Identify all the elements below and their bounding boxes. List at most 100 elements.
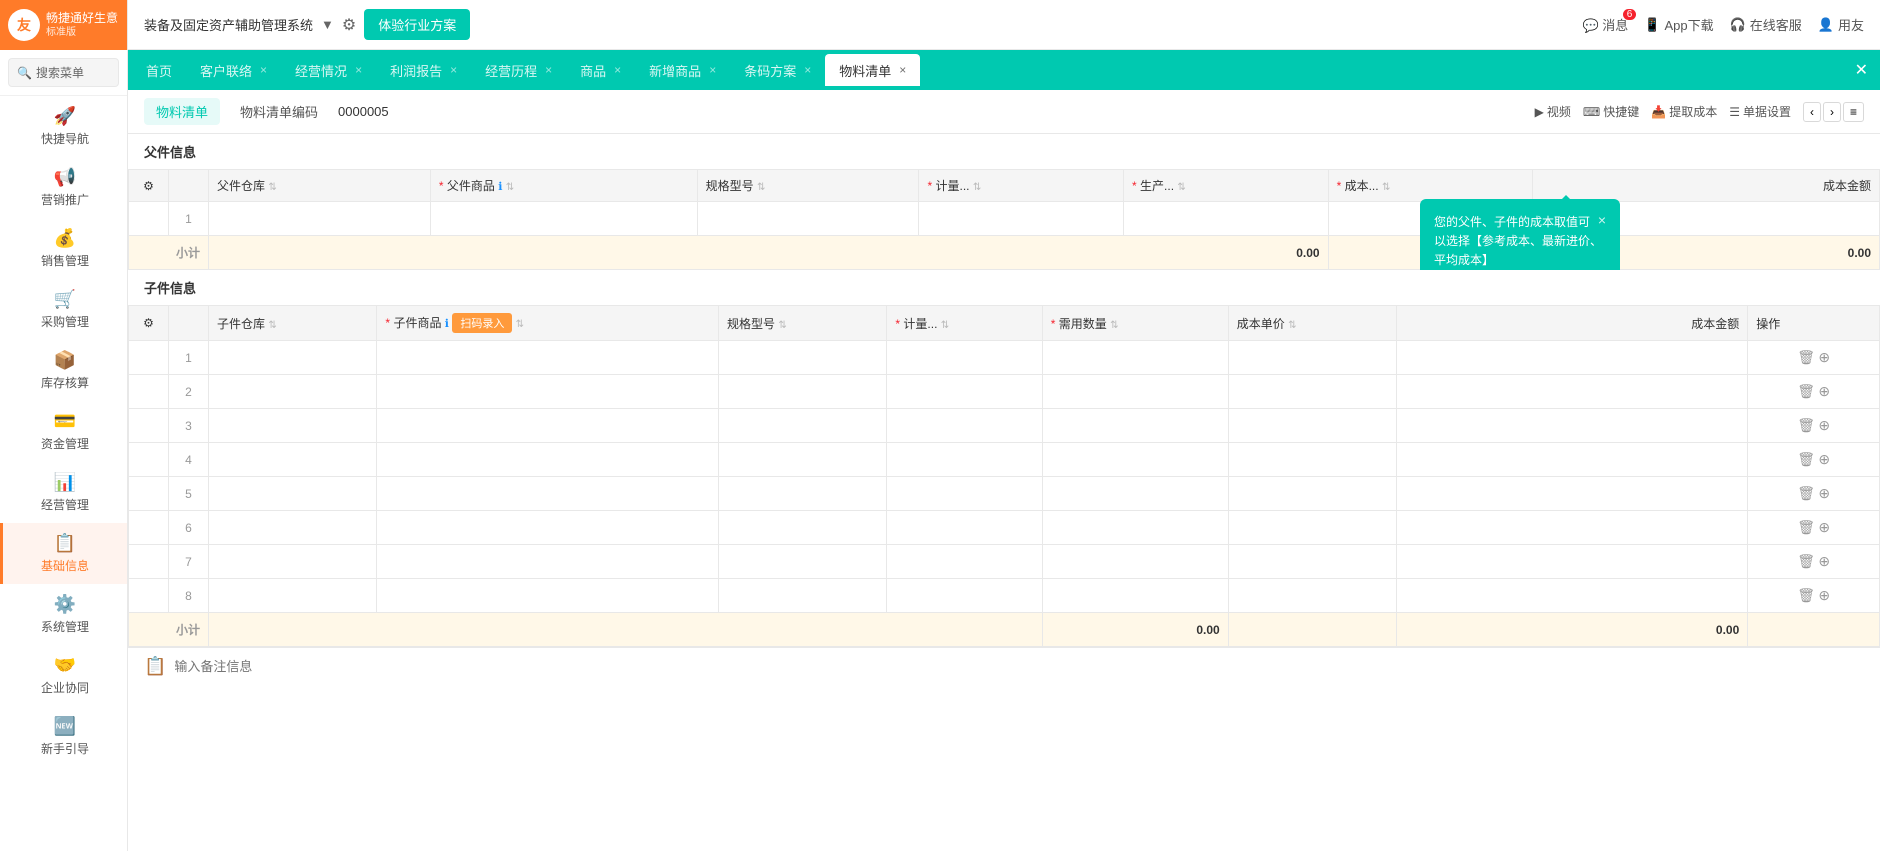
- child-row2-copy-button[interactable]: ⊕: [1818, 383, 1830, 400]
- child-row2-warehouse[interactable]: [209, 375, 377, 409]
- tab-history[interactable]: 经营历程 ×: [471, 54, 566, 86]
- child-row3-warehouse[interactable]: [209, 409, 377, 443]
- nav-end-button[interactable]: ≡: [1843, 102, 1864, 122]
- child-row1-delete-button[interactable]: 🗑: [1797, 349, 1815, 366]
- child-row7-delete-button[interactable]: 🗑: [1797, 553, 1815, 570]
- child-row2-unit[interactable]: [887, 375, 1042, 409]
- child-row1-goods[interactable]: [377, 341, 719, 375]
- child-row4-delete-button[interactable]: 🗑: [1797, 451, 1815, 468]
- child-row5-goods[interactable]: [377, 477, 719, 511]
- child-row1-warehouse[interactable]: [209, 341, 377, 375]
- tab-close-history[interactable]: ×: [545, 63, 552, 77]
- tab-barcode[interactable]: 条码方案 ×: [730, 54, 825, 86]
- sidebar-item-basic-info[interactable]: 📋 基础信息: [0, 523, 127, 584]
- child-row6-goods[interactable]: [377, 511, 719, 545]
- tab-customer[interactable]: 客户联络 ×: [186, 54, 281, 86]
- child-row3-delete-button[interactable]: 🗑: [1797, 417, 1815, 434]
- user-menu-button[interactable]: 👤 用友: [1818, 15, 1864, 34]
- child-row2-unit-cost[interactable]: [1228, 375, 1396, 409]
- child-row2-delete-button[interactable]: 🗑: [1797, 383, 1815, 400]
- tab-bar-close-icon[interactable]: ✕: [1855, 60, 1868, 80]
- sidebar-item-quick-nav[interactable]: 🚀 快捷导航: [0, 96, 127, 157]
- search-menu-button[interactable]: 🔍 搜索菜单: [8, 58, 119, 87]
- child-row4-goods[interactable]: [377, 443, 719, 477]
- tab-close-bom[interactable]: ×: [899, 63, 906, 77]
- tab-home[interactable]: 首页: [132, 54, 186, 86]
- sidebar-item-operations[interactable]: 📊 经营管理: [0, 462, 127, 523]
- child-row7-quantity[interactable]: [1042, 545, 1228, 579]
- child-row8-unit[interactable]: [887, 579, 1042, 613]
- tooltip-close-button[interactable]: ×: [1598, 209, 1606, 231]
- child-row5-spec[interactable]: [718, 477, 886, 511]
- sub-tab-bom-list[interactable]: 物料清单: [144, 98, 220, 125]
- child-row7-unit-cost[interactable]: [1228, 545, 1396, 579]
- child-row4-spec[interactable]: [718, 443, 886, 477]
- child-row8-unit-cost[interactable]: [1228, 579, 1396, 613]
- nav-next-button[interactable]: ›: [1823, 102, 1841, 122]
- child-row3-goods[interactable]: [377, 409, 719, 443]
- tab-bom[interactable]: 物料清单 ×: [825, 54, 920, 86]
- child-row2-quantity[interactable]: [1042, 375, 1228, 409]
- child-row1-copy-button[interactable]: ⊕: [1818, 349, 1830, 366]
- extract-cost-action[interactable]: 📥 提取成本: [1651, 103, 1717, 120]
- child-row7-copy-button[interactable]: ⊕: [1818, 553, 1830, 570]
- tab-close-operations[interactable]: ×: [355, 63, 362, 77]
- child-row3-quantity[interactable]: [1042, 409, 1228, 443]
- parent-row1-production[interactable]: [1124, 202, 1329, 236]
- child-row6-spec[interactable]: [718, 511, 886, 545]
- child-row1-spec[interactable]: [718, 341, 886, 375]
- sidebar-item-inventory[interactable]: 📦 库存核算: [0, 340, 127, 401]
- child-row8-delete-button[interactable]: 🗑: [1797, 587, 1815, 604]
- tab-close-goods[interactable]: ×: [614, 63, 621, 77]
- child-row3-copy-button[interactable]: ⊕: [1818, 417, 1830, 434]
- child-row7-spec[interactable]: [718, 545, 886, 579]
- settings-icon[interactable]: ⚙: [342, 15, 356, 35]
- child-row4-unit-cost[interactable]: [1228, 443, 1396, 477]
- tab-new-goods[interactable]: 新增商品 ×: [635, 54, 730, 86]
- note-input[interactable]: [174, 659, 1864, 674]
- nav-prev-button[interactable]: ‹: [1803, 102, 1821, 122]
- child-row8-goods[interactable]: [377, 579, 719, 613]
- child-row6-unit[interactable]: [887, 511, 1042, 545]
- child-row4-unit[interactable]: [887, 443, 1042, 477]
- child-row2-spec[interactable]: [718, 375, 886, 409]
- sidebar-item-system[interactable]: ⚙️ 系统管理: [0, 584, 127, 645]
- child-row6-quantity[interactable]: [1042, 511, 1228, 545]
- child-col-gear[interactable]: ⚙: [129, 306, 169, 341]
- app-download-button[interactable]: 📱 App下载: [1644, 15, 1713, 34]
- scan-input-button[interactable]: 扫码录入: [452, 313, 512, 333]
- child-row8-quantity[interactable]: [1042, 579, 1228, 613]
- parent-row1-warehouse[interactable]: [209, 202, 431, 236]
- child-row6-delete-button[interactable]: 🗑: [1797, 519, 1815, 536]
- tab-close-profit[interactable]: ×: [450, 63, 457, 77]
- shortcut-action[interactable]: ⌨ 快捷键: [1583, 103, 1639, 120]
- sidebar-item-finance[interactable]: 💳 资金管理: [0, 401, 127, 462]
- sidebar-item-marketing[interactable]: 📢 营销推广: [0, 157, 127, 218]
- child-row4-warehouse[interactable]: [209, 443, 377, 477]
- child-row1-quantity[interactable]: [1042, 341, 1228, 375]
- child-row8-copy-button[interactable]: ⊕: [1818, 587, 1830, 604]
- child-row4-copy-button[interactable]: ⊕: [1818, 451, 1830, 468]
- online-service-button[interactable]: 🎧 在线客服: [1730, 15, 1802, 34]
- child-row1-unit-cost[interactable]: [1228, 341, 1396, 375]
- child-row5-unit-cost[interactable]: [1228, 477, 1396, 511]
- child-row1-unit[interactable]: [887, 341, 1042, 375]
- document-settings-action[interactable]: ☰ 单据设置: [1729, 103, 1791, 120]
- child-row6-unit-cost[interactable]: [1228, 511, 1396, 545]
- child-row3-spec[interactable]: [718, 409, 886, 443]
- child-row5-quantity[interactable]: [1042, 477, 1228, 511]
- child-row3-unit[interactable]: [887, 409, 1042, 443]
- child-row4-quantity[interactable]: [1042, 443, 1228, 477]
- child-row7-warehouse[interactable]: [209, 545, 377, 579]
- child-row5-warehouse[interactable]: [209, 477, 377, 511]
- child-row3-unit-cost[interactable]: [1228, 409, 1396, 443]
- tab-goods[interactable]: 商品 ×: [566, 54, 635, 86]
- sidebar-item-sales[interactable]: 💰 销售管理: [0, 218, 127, 279]
- tab-profit[interactable]: 利润报告 ×: [376, 54, 471, 86]
- child-row7-goods[interactable]: [377, 545, 719, 579]
- child-row6-warehouse[interactable]: [209, 511, 377, 545]
- tab-close-barcode[interactable]: ×: [804, 63, 811, 77]
- tab-operations[interactable]: 经营情况 ×: [281, 54, 376, 86]
- video-action[interactable]: ▶ 视频: [1535, 103, 1571, 120]
- parent-row1-spec[interactable]: [697, 202, 919, 236]
